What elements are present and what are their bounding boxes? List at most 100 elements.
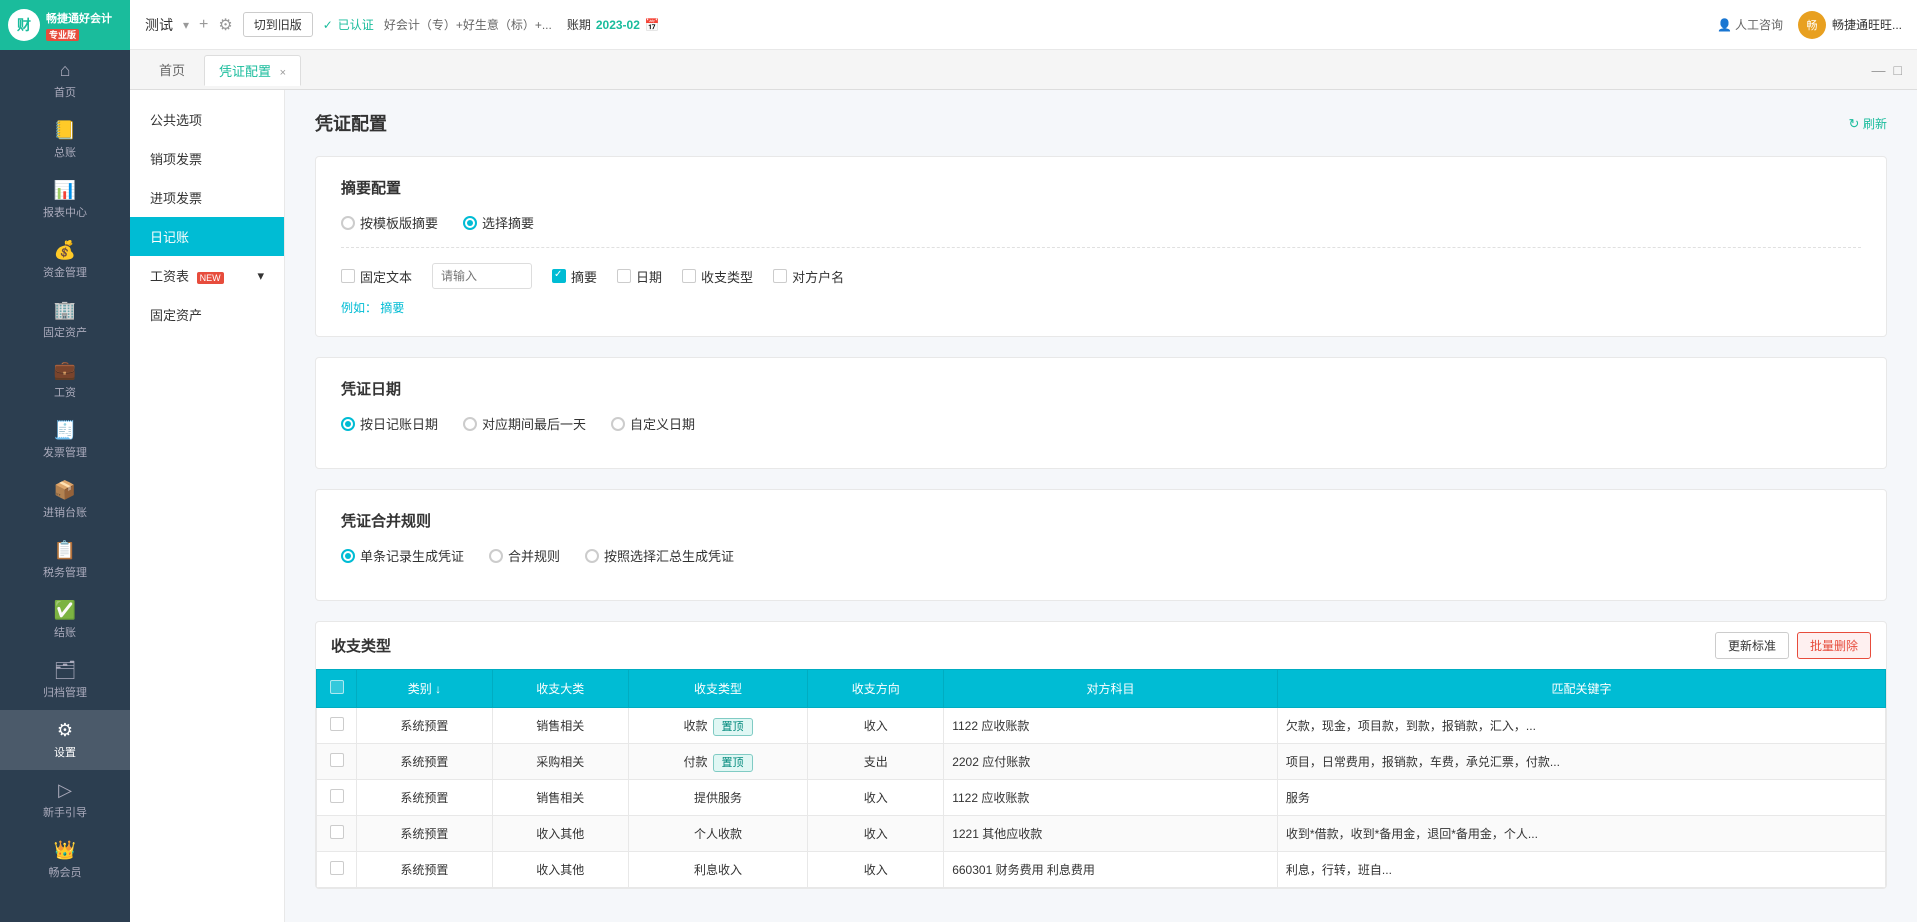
radio-journal-date[interactable]: 按日记账日期 (341, 414, 438, 433)
row-checkbox[interactable] (330, 753, 344, 767)
topbar: 测试 ▾ + ⚙ 切到旧版 ✓ 已认证 好会计（专）+好生意（标）+... 账期… (130, 0, 1917, 50)
radio-journal-date-circle (341, 417, 355, 431)
sidebar-item-report[interactable]: 📊 报表中心 (0, 170, 130, 230)
row-income-type: 个人收款 (628, 816, 808, 852)
row-category: 系统预置 (357, 852, 493, 888)
income-section: 收支类型 更新标准 批量删除 (315, 621, 1887, 889)
leftnav-purchase-inv[interactable]: 进项发票 (130, 178, 284, 217)
topbar-dropdown-arrow[interactable]: ▾ (183, 18, 189, 32)
minimize-button[interactable]: — (1872, 62, 1886, 78)
sidebar-item-member[interactable]: 👑 畅会员 (0, 830, 130, 890)
row-checkbox[interactable] (330, 825, 344, 839)
sidebar-item-settings[interactable]: ⚙ 设置 (0, 710, 130, 770)
tab-home[interactable]: 首页 (145, 55, 199, 84)
select-all-checkbox[interactable] (330, 680, 344, 694)
sidebar-item-invoice[interactable]: 🧾 发票管理 (0, 410, 130, 470)
income-type-tag[interactable]: 置顶 (713, 718, 753, 736)
certified-label: 已认证 (338, 16, 374, 33)
date-section-title: 凭证日期 (341, 378, 1861, 399)
left-nav: 公共选项 销项发票 进项发票 日记账 工资表 NEW ▾ 固定资产 (130, 90, 285, 922)
refresh-button[interactable]: ↻ 刷新 (1848, 115, 1887, 132)
sidebar-item-settle[interactable]: ✅ 结账 (0, 590, 130, 650)
user-menu[interactable]: 畅 畅捷通旺旺... (1798, 11, 1902, 39)
row-major-type: 采购相关 (492, 744, 628, 780)
leftnav-fixed[interactable]: 固定资产 (130, 295, 284, 334)
row-checkbox-cell[interactable] (317, 708, 357, 744)
date-section: 凭证日期 按日记账日期 对应期间最后一天 自定义日期 (315, 357, 1887, 469)
logo-sub: 专业版 (46, 26, 112, 41)
sidebar-item-fund[interactable]: 💰 资金管理 (0, 230, 130, 290)
batch-delete-button[interactable]: 批量删除 (1797, 632, 1871, 659)
leftnav-sales[interactable]: 销项发票 (130, 139, 284, 178)
sidebar-item-salary[interactable]: 💼 工资 (0, 350, 130, 410)
checkbox-summary[interactable]: 摘要 (552, 267, 597, 286)
tab-voucher-config[interactable]: 凭证配置 × (204, 55, 301, 86)
radio-template[interactable]: 按模板版摘要 (341, 213, 438, 232)
logo-text: 畅捷通好会计 (46, 10, 112, 26)
leftnav-payroll[interactable]: 工资表 NEW ▾ (130, 256, 284, 295)
tab-close-button[interactable]: × (280, 67, 286, 79)
row-checkbox-cell[interactable] (317, 744, 357, 780)
table-row: 系统预置采购相关付款置顶支出2202 应付账款项目，日常费用，报销款，车费，承兑… (317, 744, 1886, 780)
row-checkbox[interactable] (330, 789, 344, 803)
row-category: 系统预置 (357, 780, 493, 816)
calendar-icon[interactable]: 📅 (645, 18, 660, 32)
username-label: 畅捷通旺旺... (1832, 16, 1902, 33)
row-checkbox-cell[interactable] (317, 852, 357, 888)
sidebar-item-archive[interactable]: 🗂 归档管理 (0, 650, 130, 710)
radio-choose[interactable]: 选择摘要 (463, 213, 534, 232)
row-counter-subject: 1122 应收账款 (944, 708, 1278, 744)
sidebar-item-guide[interactable]: ▷ 新手引导 (0, 770, 130, 830)
certified-icon: ✓ (323, 18, 333, 32)
archive-icon: 🗂 (54, 660, 77, 681)
row-direction: 收入 (808, 708, 944, 744)
main-content: 凭证配置 ↻ 刷新 摘要配置 按模板版摘要 选择摘要 (285, 90, 1917, 922)
tab-actions: — □ (1872, 62, 1902, 78)
fixed-text-input[interactable] (432, 263, 532, 289)
service-button[interactable]: 👤 人工咨询 (1717, 16, 1783, 33)
row-major-type: 销售相关 (492, 780, 628, 816)
asset-icon: 🏢 (54, 300, 76, 321)
radio-merge[interactable]: 合并规则 (489, 546, 560, 565)
invoice-icon: 🧾 (54, 420, 76, 441)
report-icon: 📊 (54, 180, 76, 201)
member-icon: 👑 (54, 840, 76, 861)
radio-period-last[interactable]: 对应期间最后一天 (463, 414, 586, 433)
radio-custom-date[interactable]: 自定义日期 (611, 414, 695, 433)
sidebar: 财 畅捷通好会计 专业版 ⌂ 首页 📒 总账 📊 报表中心 💰 资金管理 🏢 固… (0, 0, 130, 922)
row-checkbox-cell[interactable] (317, 780, 357, 816)
sidebar-item-asset[interactable]: 🏢 固定资产 (0, 290, 130, 350)
row-major-type: 收入其他 (492, 816, 628, 852)
row-match-keyword: 欠款，现金，项目款，到款，报销款，汇入，... (1277, 708, 1885, 744)
row-checkbox-cell[interactable] (317, 816, 357, 852)
row-major-type: 销售相关 (492, 708, 628, 744)
sidebar-item-purchase[interactable]: 📦 进销台账 (0, 470, 130, 530)
checkbox-counterparty-box (773, 269, 787, 283)
update-standard-button[interactable]: 更新标准 (1715, 632, 1789, 659)
switch-version-button[interactable]: 切到旧版 (243, 12, 313, 37)
sidebar-item-home[interactable]: ⌂ 首页 (0, 50, 130, 110)
radio-single-circle (341, 549, 355, 563)
sidebar-item-tax[interactable]: 📋 税务管理 (0, 530, 130, 590)
income-type-tag[interactable]: 置顶 (713, 754, 753, 772)
tabbar: 首页 凭证配置 × — □ (130, 50, 1917, 90)
content-area: 公共选项 销项发票 进项发票 日记账 工资表 NEW ▾ 固定资产 (130, 90, 1917, 922)
row-direction: 收入 (808, 852, 944, 888)
sidebar-item-ledger[interactable]: 📒 总账 (0, 110, 130, 170)
checkbox-fixed-text[interactable]: 固定文本 (341, 267, 412, 286)
radio-summary-gen[interactable]: 按照选择汇总生成凭证 (585, 546, 734, 565)
radio-single[interactable]: 单条记录生成凭证 (341, 546, 464, 565)
row-counter-subject: 660301 财务费用 利息费用 (944, 852, 1278, 888)
leftnav-public[interactable]: 公共选项 (130, 100, 284, 139)
checkbox-type[interactable]: 收支类型 (682, 267, 753, 286)
checkbox-counterparty[interactable]: 对方户名 (773, 267, 844, 286)
topbar-gear-button[interactable]: ⚙ (218, 15, 232, 35)
row-checkbox[interactable] (330, 717, 344, 731)
checkbox-date[interactable]: 日期 (617, 267, 662, 286)
topbar-add-button[interactable]: + (199, 16, 208, 34)
maximize-button[interactable]: □ (1894, 62, 1902, 78)
app-logo: 财 畅捷通好会计 专业版 (0, 0, 130, 50)
table-row: 系统预置收入其他个人收款收入1221 其他应收款收到*借款，收到*备用金，退回*… (317, 816, 1886, 852)
leftnav-journal[interactable]: 日记账 (130, 217, 284, 256)
row-checkbox[interactable] (330, 861, 344, 875)
